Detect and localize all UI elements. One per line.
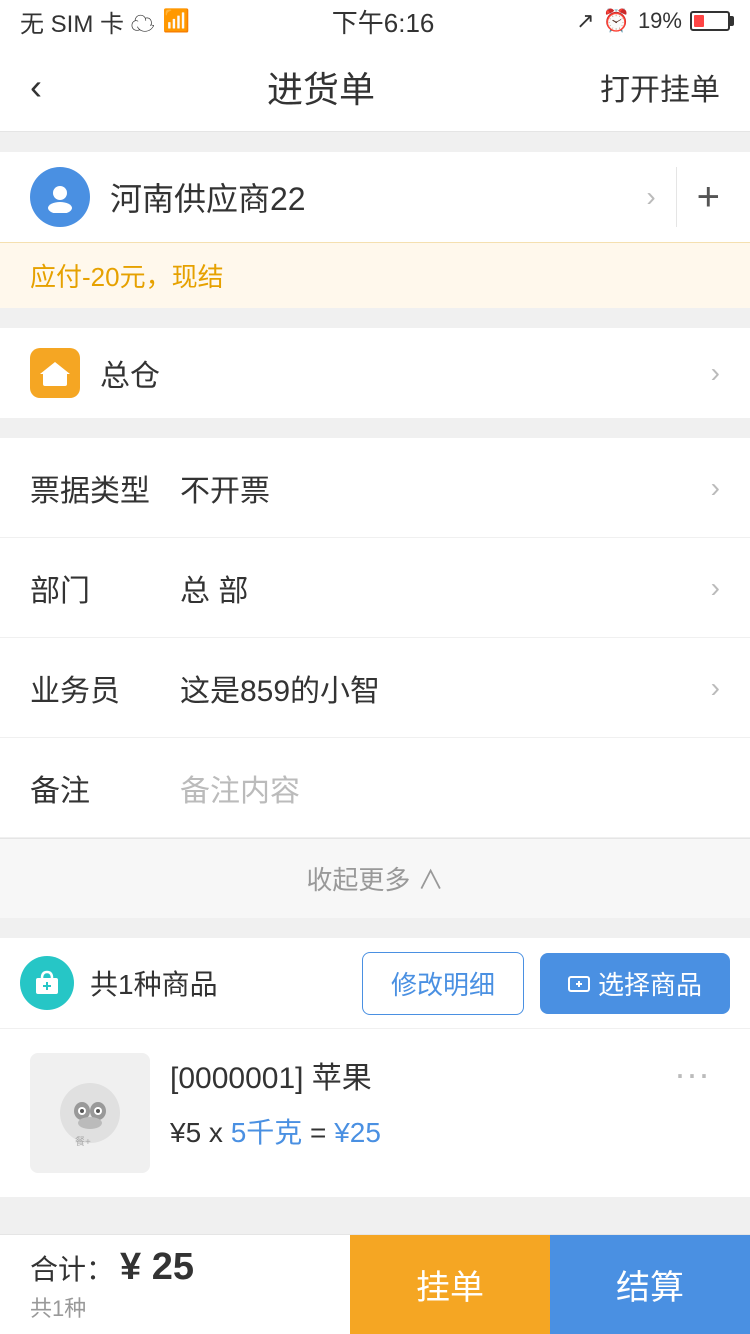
sim-label: 无 SIM 卡 ☁ [20, 4, 155, 39]
svg-text:餐+: 餐+ [75, 1135, 91, 1148]
alarm-icon: ⏰ [603, 8, 630, 34]
total-amount: ¥ 25 [120, 1246, 194, 1289]
divider-4 [0, 918, 750, 938]
warehouse-row[interactable]: 总仓 › [0, 328, 750, 418]
divider-3 [0, 418, 750, 438]
open-hang-button[interactable]: 打开挂单 [600, 65, 720, 109]
department-row[interactable]: 部门 总 部 › [0, 538, 750, 638]
battery-percent: 19% [638, 8, 682, 34]
status-left: 无 SIM 卡 ☁ 📶 [20, 4, 190, 39]
checkout-button[interactable]: 结算 [550, 1235, 750, 1334]
status-time: 下午6:16 [332, 3, 435, 40]
invoice-type-label: 票据类型 [30, 466, 170, 510]
price-prefix: ¥5 x [170, 1117, 231, 1148]
more-options-button[interactable]: ··· [664, 1053, 720, 1095]
total-label: 合计： [30, 1248, 114, 1288]
form-card: 票据类型 不开票 › 部门 总 部 › 业务员 这是859的小智 › 备注 备注… [0, 438, 750, 918]
page-title: 进货单 [267, 61, 375, 113]
wifi-icon: 📶 [163, 8, 190, 34]
salesperson-value: 这是859的小智 [170, 666, 711, 710]
select-product-label: 选择商品 [598, 965, 702, 1002]
department-chevron-icon: › [711, 572, 720, 604]
invoice-type-row[interactable]: 票据类型 不开票 › [0, 438, 750, 538]
product-icon [20, 956, 74, 1010]
remark-row[interactable]: 备注 备注内容 [0, 738, 750, 838]
supplier-card: 河南供应商22 › + 应付-20元，现结 [0, 152, 750, 308]
nav-bar: ‹ 进货单 打开挂单 [0, 42, 750, 132]
select-product-button[interactable]: 选择商品 [540, 953, 730, 1014]
remark-value[interactable]: 备注内容 [170, 766, 720, 810]
product-card: 共1种商品 修改明细 选择商品 [0, 938, 750, 1197]
divider-2 [0, 308, 750, 328]
hang-order-button[interactable]: 挂单 [350, 1235, 550, 1334]
total-count: 共1种 [30, 1291, 320, 1323]
product-price: ¥5 x 5千克 = ¥25 [170, 1111, 644, 1151]
warehouse-chevron-icon: › [711, 357, 720, 389]
product-name: [0000001] 苹果 [170, 1053, 644, 1097]
product-header: 共1种商品 修改明细 选择商品 [0, 938, 750, 1028]
collapse-row[interactable]: 收起更多 ∧ [0, 838, 750, 918]
location-icon: ↗ [576, 8, 594, 34]
battery-icon [690, 11, 730, 31]
supplier-name: 河南供应商22 [110, 174, 646, 220]
supplier-row[interactable]: 河南供应商22 › + [0, 152, 750, 242]
invoice-type-value: 不开票 [170, 466, 711, 510]
notice-bar: 应付-20元，现结 [0, 242, 750, 308]
price-total: ¥25 [334, 1117, 381, 1148]
collapse-label: 收起更多 ∧ [306, 860, 443, 897]
edit-detail-button[interactable]: 修改明细 [362, 952, 524, 1015]
main-content: 河南供应商22 › + 应付-20元，现结 总仓 › [0, 132, 750, 1297]
status-bar: 无 SIM 卡 ☁ 📶 下午6:16 ↗ ⏰ 19% [0, 0, 750, 42]
add-supplier-button[interactable]: + [697, 175, 720, 220]
back-button[interactable]: ‹ [30, 66, 42, 108]
remark-label: 备注 [30, 766, 170, 810]
status-right: ↗ ⏰ 19% [576, 8, 730, 34]
product-info: [0000001] 苹果 ¥5 x 5千克 = ¥25 [170, 1053, 644, 1151]
salesperson-row[interactable]: 业务员 这是859的小智 › [0, 638, 750, 738]
notice-text: 应付-20元，现结 [30, 262, 224, 292]
supplier-divider [676, 167, 677, 227]
supplier-chevron-icon: › [646, 181, 655, 213]
department-value: 总 部 [170, 566, 711, 610]
warehouse-card: 总仓 › [0, 328, 750, 418]
bottom-bar: 合计： ¥ 25 共1种 挂单 结算 [0, 1234, 750, 1334]
salesperson-label: 业务员 [30, 666, 170, 710]
warehouse-icon [30, 348, 80, 398]
price-eq: = [302, 1117, 334, 1148]
supplier-avatar [30, 167, 90, 227]
product-item: 餐+ [0000001] 苹果 ¥5 x 5千克 = ¥25 ··· [0, 1028, 750, 1197]
invoice-type-chevron-icon: › [711, 472, 720, 504]
department-label: 部门 [30, 566, 170, 610]
salesperson-chevron-icon: › [711, 672, 720, 704]
product-thumbnail: 餐+ [30, 1053, 150, 1173]
price-qty: 5千克 [231, 1117, 303, 1148]
total-section: 合计： ¥ 25 共1种 [0, 1246, 350, 1323]
warehouse-label: 总仓 [100, 351, 711, 395]
product-count: 共1种商品 [90, 963, 346, 1003]
divider-1 [0, 132, 750, 152]
